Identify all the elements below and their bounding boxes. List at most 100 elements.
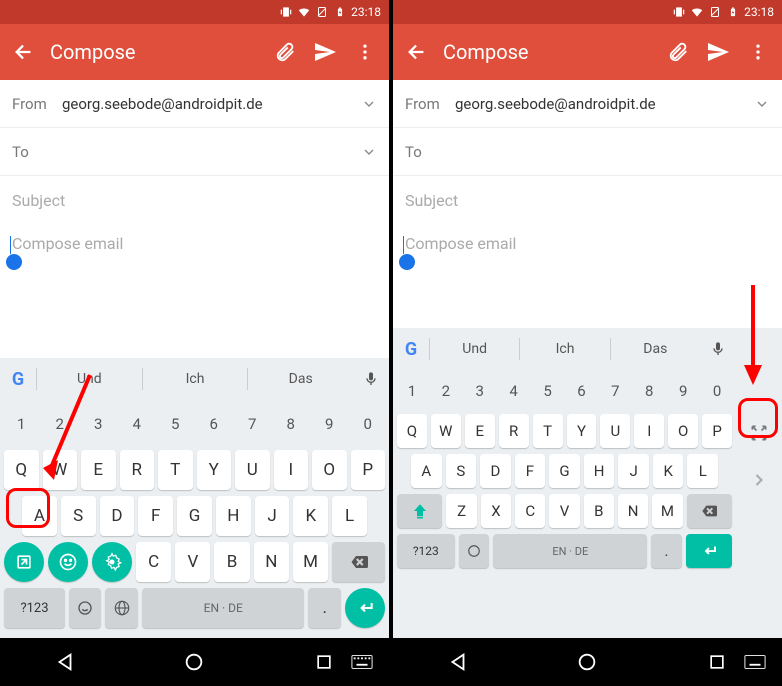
key-6[interactable]: 6 — [197, 404, 232, 444]
key-4[interactable]: 4 — [499, 374, 529, 408]
key-2[interactable]: 2 — [43, 404, 78, 444]
key-w[interactable]: W — [43, 450, 78, 490]
emoji-key[interactable] — [459, 534, 490, 568]
nav-recent-button[interactable] — [702, 647, 732, 677]
key-h[interactable]: H — [216, 496, 251, 536]
key-d[interactable]: D — [100, 496, 135, 536]
key-e[interactable]: E — [465, 414, 495, 448]
key-a[interactable]: A — [411, 454, 442, 488]
key-6[interactable]: 6 — [567, 374, 597, 408]
key-f[interactable]: F — [515, 454, 546, 488]
key-z[interactable]: Z — [446, 494, 476, 528]
suggestion-1[interactable]: Und — [429, 338, 519, 360]
to-row[interactable]: To — [0, 128, 389, 176]
key-k[interactable]: K — [653, 454, 684, 488]
nav-home-button[interactable] — [179, 647, 209, 677]
key-c[interactable]: C — [515, 494, 545, 528]
enter-key[interactable] — [686, 534, 732, 568]
key-q[interactable]: Q — [397, 414, 427, 448]
key-b[interactable]: B — [214, 542, 249, 582]
key-8[interactable]: 8 — [274, 404, 309, 444]
key-p[interactable]: P — [351, 450, 386, 490]
symbols-key[interactable]: ?123 — [397, 534, 455, 568]
key-j[interactable]: J — [255, 496, 290, 536]
body-input[interactable]: Compose email — [393, 224, 782, 263]
key-l[interactable]: L — [687, 454, 718, 488]
key-9[interactable]: 9 — [668, 374, 698, 408]
key-y[interactable]: Y — [567, 414, 597, 448]
key-b[interactable]: B — [584, 494, 614, 528]
key-n[interactable]: N — [254, 542, 289, 582]
key-5[interactable]: 5 — [158, 404, 193, 444]
back-button[interactable] — [403, 38, 431, 66]
suggestion-1[interactable]: Und — [36, 368, 142, 390]
nav-recent-button[interactable] — [309, 647, 339, 677]
key-w[interactable]: W — [431, 414, 461, 448]
nav-home-button[interactable] — [572, 647, 602, 677]
nav-keyboard-button[interactable] — [740, 647, 770, 677]
subject-input[interactable]: Subject — [0, 176, 389, 224]
key-0[interactable]: 0 — [351, 404, 386, 444]
suggestion-3[interactable]: Das — [247, 368, 353, 390]
body-input[interactable]: Compose email — [0, 224, 389, 263]
backspace-key[interactable] — [332, 542, 385, 582]
key-i[interactable]: I — [634, 414, 664, 448]
one-handed-mode-button[interactable] — [4, 542, 44, 582]
back-button[interactable] — [10, 38, 38, 66]
key-1[interactable]: 1 — [4, 404, 39, 444]
key-d[interactable]: D — [480, 454, 511, 488]
space-key[interactable]: EN · DE — [493, 534, 647, 568]
key-x[interactable]: X — [481, 494, 511, 528]
cursor-handle[interactable] — [399, 254, 415, 270]
key-e[interactable]: E — [81, 450, 116, 490]
attach-button[interactable] — [271, 38, 299, 66]
enter-key[interactable] — [345, 588, 385, 628]
google-icon[interactable]: G — [393, 339, 429, 360]
key-h[interactable]: H — [584, 454, 615, 488]
attach-button[interactable] — [664, 38, 692, 66]
overflow-menu-button[interactable] — [744, 38, 772, 66]
symbols-key[interactable]: ?123 — [4, 588, 65, 628]
key-n[interactable]: N — [618, 494, 648, 528]
key-g[interactable]: G — [177, 496, 212, 536]
chevron-down-icon[interactable] — [361, 96, 377, 112]
key-t[interactable]: T — [533, 414, 563, 448]
mic-icon[interactable] — [353, 371, 389, 387]
key-l[interactable]: L — [332, 496, 367, 536]
key-4[interactable]: 4 — [120, 404, 155, 444]
key-3[interactable]: 3 — [81, 404, 116, 444]
key-v[interactable]: V — [175, 542, 210, 582]
key-p[interactable]: P — [702, 414, 732, 448]
key-g[interactable]: G — [549, 454, 580, 488]
key-j[interactable]: J — [618, 454, 649, 488]
key-5[interactable]: 5 — [533, 374, 563, 408]
language-key[interactable] — [105, 588, 138, 628]
shift-key[interactable] — [397, 494, 442, 528]
from-row[interactable]: From georg.seebode@androidpit.de — [393, 80, 782, 128]
space-key[interactable]: EN · DE — [142, 588, 305, 628]
send-button[interactable] — [311, 38, 339, 66]
key-7[interactable]: 7 — [600, 374, 630, 408]
nav-keyboard-button[interactable] — [347, 647, 377, 677]
mic-icon[interactable] — [700, 341, 736, 357]
key-0[interactable]: 0 — [702, 374, 732, 408]
key-o[interactable]: O — [312, 450, 347, 490]
key-8[interactable]: 8 — [634, 374, 664, 408]
suggestion-2[interactable]: Ich — [519, 338, 609, 360]
suggestion-3[interactable]: Das — [610, 338, 700, 360]
key-9[interactable]: 9 — [312, 404, 347, 444]
key-2[interactable]: 2 — [431, 374, 461, 408]
key-f[interactable]: F — [138, 496, 173, 536]
key-m[interactable]: M — [293, 542, 328, 582]
period-key[interactable]: . — [651, 534, 682, 568]
cursor-handle[interactable] — [6, 254, 22, 270]
emoji-key[interactable] — [69, 588, 102, 628]
key-q[interactable]: Q — [4, 450, 39, 490]
key-7[interactable]: 7 — [235, 404, 270, 444]
settings-button[interactable] — [92, 542, 132, 582]
chevron-down-icon[interactable] — [361, 144, 377, 160]
emoji-button[interactable] — [48, 542, 88, 582]
key-3[interactable]: 3 — [465, 374, 495, 408]
period-key[interactable]: . — [308, 588, 341, 628]
key-u[interactable]: U — [600, 414, 630, 448]
